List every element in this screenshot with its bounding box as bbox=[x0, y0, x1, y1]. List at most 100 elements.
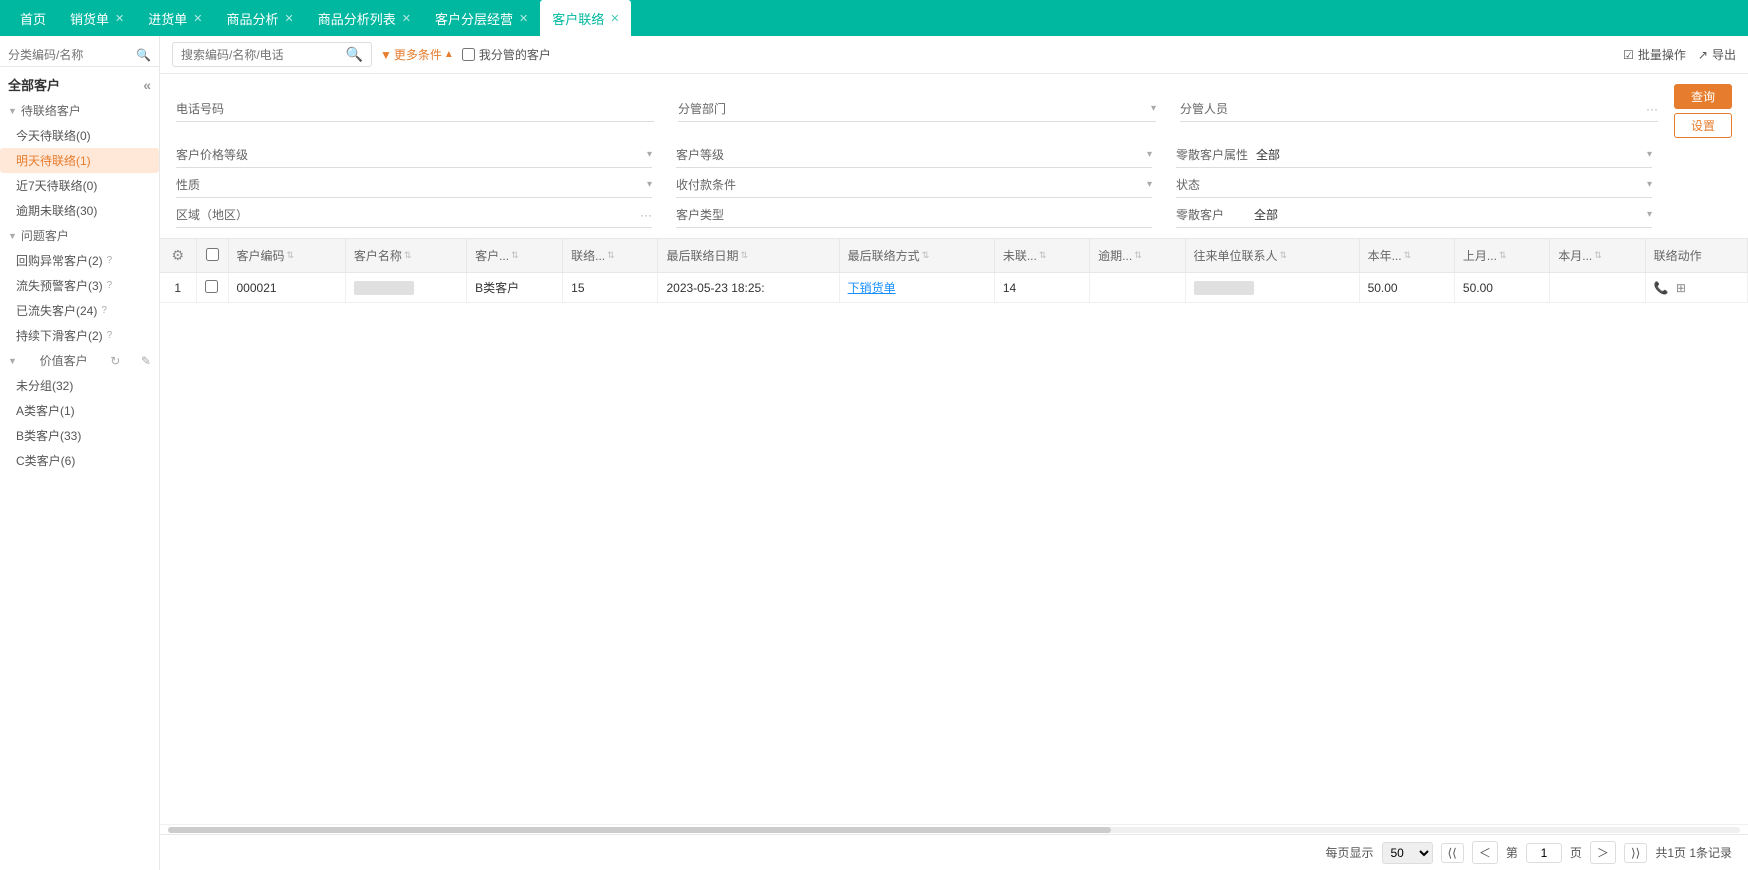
per-page-select[interactable]: 50 100 200 bbox=[1382, 842, 1433, 864]
filter-status[interactable]: 状态 ▾ bbox=[1176, 176, 1652, 198]
all-customers-header[interactable]: 全部客户 « bbox=[0, 71, 159, 98]
sort-icon: ⇅ bbox=[1404, 250, 1412, 261]
col-header-last-contact-method: 最后联络方式 ⇅ bbox=[839, 239, 994, 273]
value-group-refresh-icon[interactable]: ↻ bbox=[110, 354, 120, 368]
sidebar-item-tomorrow-pending[interactable]: 明天待联络(1) bbox=[0, 148, 159, 173]
nav-home[interactable]: 首页 bbox=[8, 0, 58, 36]
filter-payment-terms[interactable]: 收付款条件 ▾ bbox=[676, 176, 1152, 198]
row-current-year: 50.00 bbox=[1359, 273, 1454, 303]
sort-icon: ⇅ bbox=[1499, 250, 1507, 261]
main-search-input[interactable] bbox=[181, 48, 346, 62]
settings-gear-icon[interactable]: ⚙ bbox=[171, 247, 184, 263]
sidebar-item-churned[interactable]: 已流失客户(24) ? bbox=[0, 298, 159, 323]
sidebar-item-churn-warning[interactable]: 流失预警客户(3) ? bbox=[0, 273, 159, 298]
sidebar-item-c-class[interactable]: C类客户(6) bbox=[0, 448, 159, 473]
filter-dept[interactable]: 分管部门 ▾ bbox=[678, 100, 1156, 122]
sidebar-item-today-pending[interactable]: 今天待联络(0) bbox=[0, 123, 159, 148]
sort-icon: ⇅ bbox=[1594, 250, 1602, 261]
col-header-name: 客户名称 ⇅ bbox=[345, 239, 466, 273]
filter-nature[interactable]: 性质 ▾ bbox=[176, 176, 652, 198]
filter-retail-customer[interactable]: 零散客户 全部 ▾ bbox=[1176, 206, 1652, 228]
help-icon[interactable]: ? bbox=[107, 280, 113, 291]
page-number-input[interactable] bbox=[1526, 843, 1562, 863]
close-customer-contact-icon[interactable]: ✕ bbox=[610, 12, 619, 25]
nav-product-analysis-list[interactable]: 商品分析列表 ✕ bbox=[306, 0, 423, 36]
value-group-edit-icon[interactable]: ✎ bbox=[141, 354, 151, 368]
query-button[interactable]: 查询 bbox=[1674, 84, 1732, 109]
filter-row-3: 性质 ▾ 收付款条件 ▾ 状态 ▾ bbox=[176, 176, 1732, 198]
filter-retail-attr[interactable]: 零散客户属性 全部 ▾ bbox=[1176, 146, 1652, 168]
sort-icon: ⇅ bbox=[1039, 250, 1047, 261]
col-header-action: 联络动作 bbox=[1645, 239, 1747, 273]
toolbar: 🔍 ▼ 更多条件 ▲ 我分管的客户 ☑ 批量操作 ↗ 导出 bbox=[160, 36, 1748, 74]
pending-group-title: 待联络客户 bbox=[0, 98, 159, 123]
collapse-icon[interactable]: « bbox=[143, 77, 151, 93]
row-checkbox[interactable] bbox=[205, 280, 218, 293]
customer-table: ⚙ 客户编码 ⇅ 客户名称 bbox=[160, 239, 1748, 303]
grid-action-icon[interactable]: ⊞ bbox=[1676, 281, 1686, 295]
sidebar-item-a-class[interactable]: A类客户(1) bbox=[0, 398, 159, 423]
export-button[interactable]: ↗ 导出 bbox=[1698, 46, 1736, 63]
my-customer-checkbox[interactable] bbox=[462, 48, 475, 61]
sidebar-item-declining[interactable]: 持续下滑客户(2) ? bbox=[0, 323, 159, 348]
filter-row-1: 电话号码 分管部门 ▾ 分管人员 ··· 查询 设置 bbox=[176, 84, 1732, 138]
prev-page-button[interactable]: ＜ bbox=[1472, 841, 1498, 864]
filter-manager: 分管人员 ··· bbox=[1180, 100, 1658, 122]
phone-action-icon[interactable]: 📞 bbox=[1654, 281, 1669, 295]
sort-icon: ⇅ bbox=[1280, 250, 1288, 261]
chevron-down-icon: ▾ bbox=[1147, 149, 1152, 160]
col-header-type: 客户... ⇅ bbox=[467, 239, 563, 273]
scrollbar-thumb[interactable] bbox=[168, 827, 1111, 833]
sidebar-item-7day-pending[interactable]: 近7天待联络(0) bbox=[0, 173, 159, 198]
close-product-analysis-icon[interactable]: ✕ bbox=[285, 12, 294, 25]
filter-region[interactable]: 区域（地区） ··· bbox=[176, 206, 652, 228]
more-filter-button[interactable]: ▼ 更多条件 ▲ bbox=[380, 46, 454, 63]
help-icon[interactable]: ? bbox=[107, 255, 113, 266]
sidebar-item-ungrouped[interactable]: 未分组(32) bbox=[0, 373, 159, 398]
sidebar-item-overdue-contact[interactable]: 逾期未联络(30) bbox=[0, 198, 159, 223]
chevron-down-icon: ▾ bbox=[1647, 149, 1652, 160]
nav-product-analysis[interactable]: 商品分析 ✕ bbox=[214, 0, 305, 36]
next-page-button[interactable]: ＞ bbox=[1590, 841, 1616, 864]
chevron-down-icon: ▾ bbox=[1647, 209, 1652, 220]
sidebar-search-input[interactable] bbox=[8, 48, 136, 62]
last-contact-method-link[interactable]: 下销货单 bbox=[848, 281, 896, 295]
filter-price-grade[interactable]: 客户价格等级 ▾ bbox=[176, 146, 652, 168]
last-page-button[interactable]: ⟩⟩ bbox=[1624, 843, 1647, 863]
help-icon[interactable]: ? bbox=[107, 330, 113, 341]
row-contacts: 15 bbox=[563, 273, 658, 303]
sidebar-search-icon[interactable]: 🔍 bbox=[136, 48, 151, 62]
batch-operation-button[interactable]: ☑ 批量操作 bbox=[1623, 46, 1686, 63]
search-icon[interactable]: 🔍 bbox=[346, 46, 363, 63]
filter-row-4: 区域（地区） ··· 客户类型 零散客户 全部 ▾ bbox=[176, 206, 1732, 228]
nav-purchase-order[interactable]: 进货单 ✕ bbox=[136, 0, 214, 36]
row-last-month: 50.00 bbox=[1454, 273, 1549, 303]
col-header-check bbox=[196, 239, 228, 273]
nav-sales-order[interactable]: 销货单 ✕ bbox=[58, 0, 136, 36]
close-customer-stratification-icon[interactable]: ✕ bbox=[519, 12, 528, 25]
close-product-analysis-list-icon[interactable]: ✕ bbox=[402, 12, 411, 25]
sidebar-item-b-class[interactable]: B类客户(33) bbox=[0, 423, 159, 448]
search-box: 🔍 bbox=[172, 42, 372, 67]
horizontal-scrollbar[interactable] bbox=[160, 824, 1748, 834]
close-sales-order-icon[interactable]: ✕ bbox=[115, 12, 124, 25]
sidebar-item-abnormal-repurchase[interactable]: 回购异常客户(2) ? bbox=[0, 248, 159, 273]
help-icon[interactable]: ? bbox=[101, 305, 107, 316]
chevron-down-icon: ▾ bbox=[647, 149, 652, 160]
more-icon[interactable]: ··· bbox=[1646, 102, 1658, 116]
nav-customer-contact[interactable]: 客户联络 ✕ bbox=[540, 0, 631, 36]
more-icon[interactable]: ··· bbox=[640, 208, 652, 222]
my-customer-checkbox-container[interactable]: 我分管的客户 bbox=[462, 46, 551, 63]
close-purchase-order-icon[interactable]: ✕ bbox=[193, 12, 202, 25]
col-header-settings: ⚙ bbox=[160, 239, 196, 273]
filter-customer-type: 客户类型 bbox=[676, 206, 1152, 228]
setting-button[interactable]: 设置 bbox=[1674, 113, 1732, 138]
select-all-checkbox[interactable] bbox=[206, 248, 219, 261]
nav-customer-stratification[interactable]: 客户分层经营 ✕ bbox=[423, 0, 540, 36]
first-page-button[interactable]: ⟨⟨ bbox=[1441, 843, 1464, 863]
filter-customer-grade[interactable]: 客户等级 ▾ bbox=[676, 146, 1152, 168]
filter-row-2: 客户价格等级 ▾ 客户等级 ▾ 零散客户属性 全部 ▾ bbox=[176, 146, 1732, 168]
footer-pagination: 每页显示 50 100 200 ⟨⟨ ＜ 第 页 ＞ ⟩⟩ 共1页 1条记录 bbox=[160, 834, 1748, 870]
chevron-down-icon: ▾ bbox=[1147, 179, 1152, 190]
export-icon: ↗ bbox=[1698, 48, 1708, 62]
